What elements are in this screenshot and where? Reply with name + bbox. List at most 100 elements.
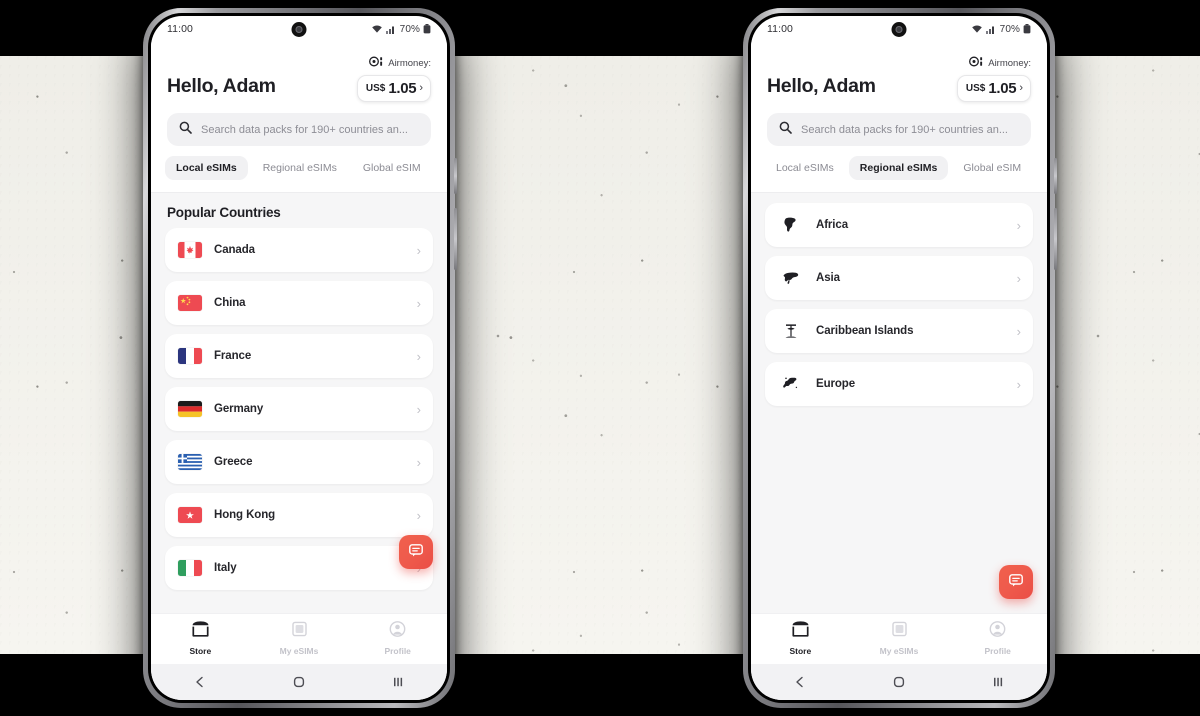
screenshot-stage: 11:00 70% Hello, Adam Airmoney: US$ 1.05… — [0, 0, 1200, 716]
chevron-right-icon: › — [1016, 270, 1021, 286]
nav-item-my-esims[interactable]: My eSIMs — [250, 620, 349, 656]
airmoney-balance-button[interactable]: US$ 1.05 › — [956, 75, 1031, 102]
wifi-icon — [971, 24, 983, 34]
table-row[interactable]: France › — [165, 334, 433, 378]
app-header: Hello, Adam Airmoney: US$ 1.05 › — [151, 42, 447, 108]
row-label: Hong Kong — [214, 509, 276, 521]
phone-right-screen: 11:00 70% Hello, Adam Airmoney: US$ 1.05… — [751, 16, 1047, 700]
airmoney-balance-button[interactable]: US$ 1.05 › — [356, 75, 431, 102]
search-placeholder: Search data packs for 190+ countries an.… — [201, 123, 408, 136]
chevron-right-icon: › — [416, 454, 421, 470]
airmoney-coin-icon — [369, 54, 384, 72]
chevron-right-icon: › — [1019, 82, 1023, 94]
home-square-icon[interactable] — [892, 675, 906, 689]
nav-label: My eSIMs — [879, 646, 919, 656]
bottom-navigation: Store My eSIMs Profile — [151, 613, 447, 664]
tab-local-esims[interactable]: Local eSIMs — [765, 156, 845, 180]
status-bar-indicators: 70% — [371, 24, 431, 35]
caribbean-islands-icon — [778, 320, 804, 342]
table-row[interactable]: Caribbean Islands › — [765, 309, 1033, 353]
flag-china-icon — [178, 295, 202, 311]
home-square-icon[interactable] — [292, 675, 306, 689]
airmoney-label: Airmoney: — [988, 57, 1031, 69]
recents-bars-icon[interactable] — [391, 675, 405, 689]
storefront-icon — [191, 620, 210, 643]
phone-right-bezel: 11:00 70% Hello, Adam Airmoney: US$ 1.05… — [748, 13, 1050, 703]
continent-africa-icon — [778, 214, 804, 236]
tab-regional-esims[interactable]: Regional eSIMs — [252, 156, 348, 180]
greeting-title: Hello, Adam — [767, 75, 876, 97]
back-chevron-icon[interactable] — [793, 675, 807, 689]
row-label: Europe — [816, 378, 856, 390]
region-list[interactable]: Africa › Asia › Caribbean Islands › Euro… — [751, 193, 1047, 613]
profile-icon — [988, 620, 1007, 643]
back-chevron-icon[interactable] — [193, 675, 207, 689]
chat-support-button[interactable] — [399, 535, 433, 569]
status-bar-time: 11:00 — [167, 23, 193, 35]
row-label: Caribbean Islands — [816, 325, 914, 337]
app-header: Hello, Adam Airmoney: US$ 1.05 › — [751, 42, 1047, 108]
phone-left-power-button[interactable] — [454, 208, 457, 270]
tab-regional-esims[interactable]: Regional eSIMs — [848, 156, 949, 180]
esim-type-tabs: Local eSIMs Regional eSIMs Global eSIM — [751, 146, 1047, 193]
row-label: China — [214, 297, 246, 309]
airmoney-label-row: Airmoney: — [957, 54, 1031, 72]
status-bar-indicators: 70% — [971, 24, 1031, 35]
chat-bubble-icon — [408, 542, 424, 563]
nav-label: My eSIMs — [279, 646, 319, 656]
phone-right-volume-button[interactable] — [1054, 158, 1057, 194]
chat-bubble-icon — [1008, 572, 1024, 593]
nav-item-store[interactable]: Store — [751, 620, 850, 656]
tab-local-esims[interactable]: Local eSIMs — [165, 156, 248, 180]
recents-bars-icon[interactable] — [991, 675, 1005, 689]
country-list[interactable]: Popular Countries Canada › China › Franc… — [151, 193, 447, 613]
table-row[interactable]: Europe › — [765, 362, 1033, 406]
table-row[interactable]: Greece › — [165, 440, 433, 484]
nav-label: Profile — [984, 646, 1011, 656]
phone-left: 11:00 70% Hello, Adam Airmoney: US$ 1.05… — [143, 8, 457, 708]
chevron-right-icon: › — [1016, 217, 1021, 233]
chevron-right-icon: › — [1016, 376, 1021, 392]
airmoney-amount: 1.05 — [388, 80, 417, 97]
nav-item-profile[interactable]: Profile — [348, 620, 447, 656]
chevron-right-icon: › — [1016, 323, 1021, 339]
search-icon — [179, 121, 192, 139]
row-label: France — [214, 350, 252, 362]
section-title-popular-countries: Popular Countries — [167, 205, 281, 220]
table-row[interactable]: Hong Kong › — [165, 493, 433, 537]
chevron-right-icon: › — [416, 401, 421, 417]
row-label: Africa — [816, 219, 848, 231]
search-icon — [779, 121, 792, 139]
esim-type-tabs: Local eSIMs Regional eSIMs Global eSIM — [151, 146, 447, 193]
status-bar-time: 11:00 — [767, 23, 793, 35]
search-input[interactable]: Search data packs for 190+ countries an.… — [167, 113, 431, 146]
phone-left-volume-button[interactable] — [454, 158, 457, 194]
nav-item-my-esims[interactable]: My eSIMs — [850, 620, 949, 656]
row-label: Italy — [214, 562, 237, 574]
nav-label: Store — [789, 646, 812, 656]
battery-icon — [423, 24, 431, 34]
front-camera-punchhole — [891, 22, 907, 37]
table-row[interactable]: Italy › — [165, 546, 433, 590]
chevron-right-icon: › — [416, 348, 421, 364]
status-bar: 11:00 70% — [751, 16, 1047, 42]
table-row[interactable]: Asia › — [765, 256, 1033, 300]
continent-asia-icon — [778, 267, 804, 289]
search-input[interactable]: Search data packs for 190+ countries an.… — [767, 113, 1031, 146]
table-row[interactable]: Canada › — [165, 228, 433, 272]
table-row[interactable]: China › — [165, 281, 433, 325]
phone-right-power-button[interactable] — [1054, 208, 1057, 270]
table-row[interactable]: Africa › — [765, 203, 1033, 247]
nav-item-profile[interactable]: Profile — [948, 620, 1047, 656]
flag-greece-icon — [178, 454, 202, 470]
chat-support-button[interactable] — [999, 565, 1033, 599]
tab-global-esim[interactable]: Global eSIM — [952, 156, 1032, 180]
nav-item-store[interactable]: Store — [151, 620, 250, 656]
table-row[interactable]: Germany › — [165, 387, 433, 431]
row-label: Greece — [214, 456, 253, 468]
tab-global-esim[interactable]: Global eSIM — [352, 156, 432, 180]
storefront-icon — [791, 620, 810, 643]
search-placeholder: Search data packs for 190+ countries an.… — [801, 123, 1008, 136]
greeting-title: Hello, Adam — [167, 75, 276, 97]
row-label: Germany — [214, 403, 264, 415]
